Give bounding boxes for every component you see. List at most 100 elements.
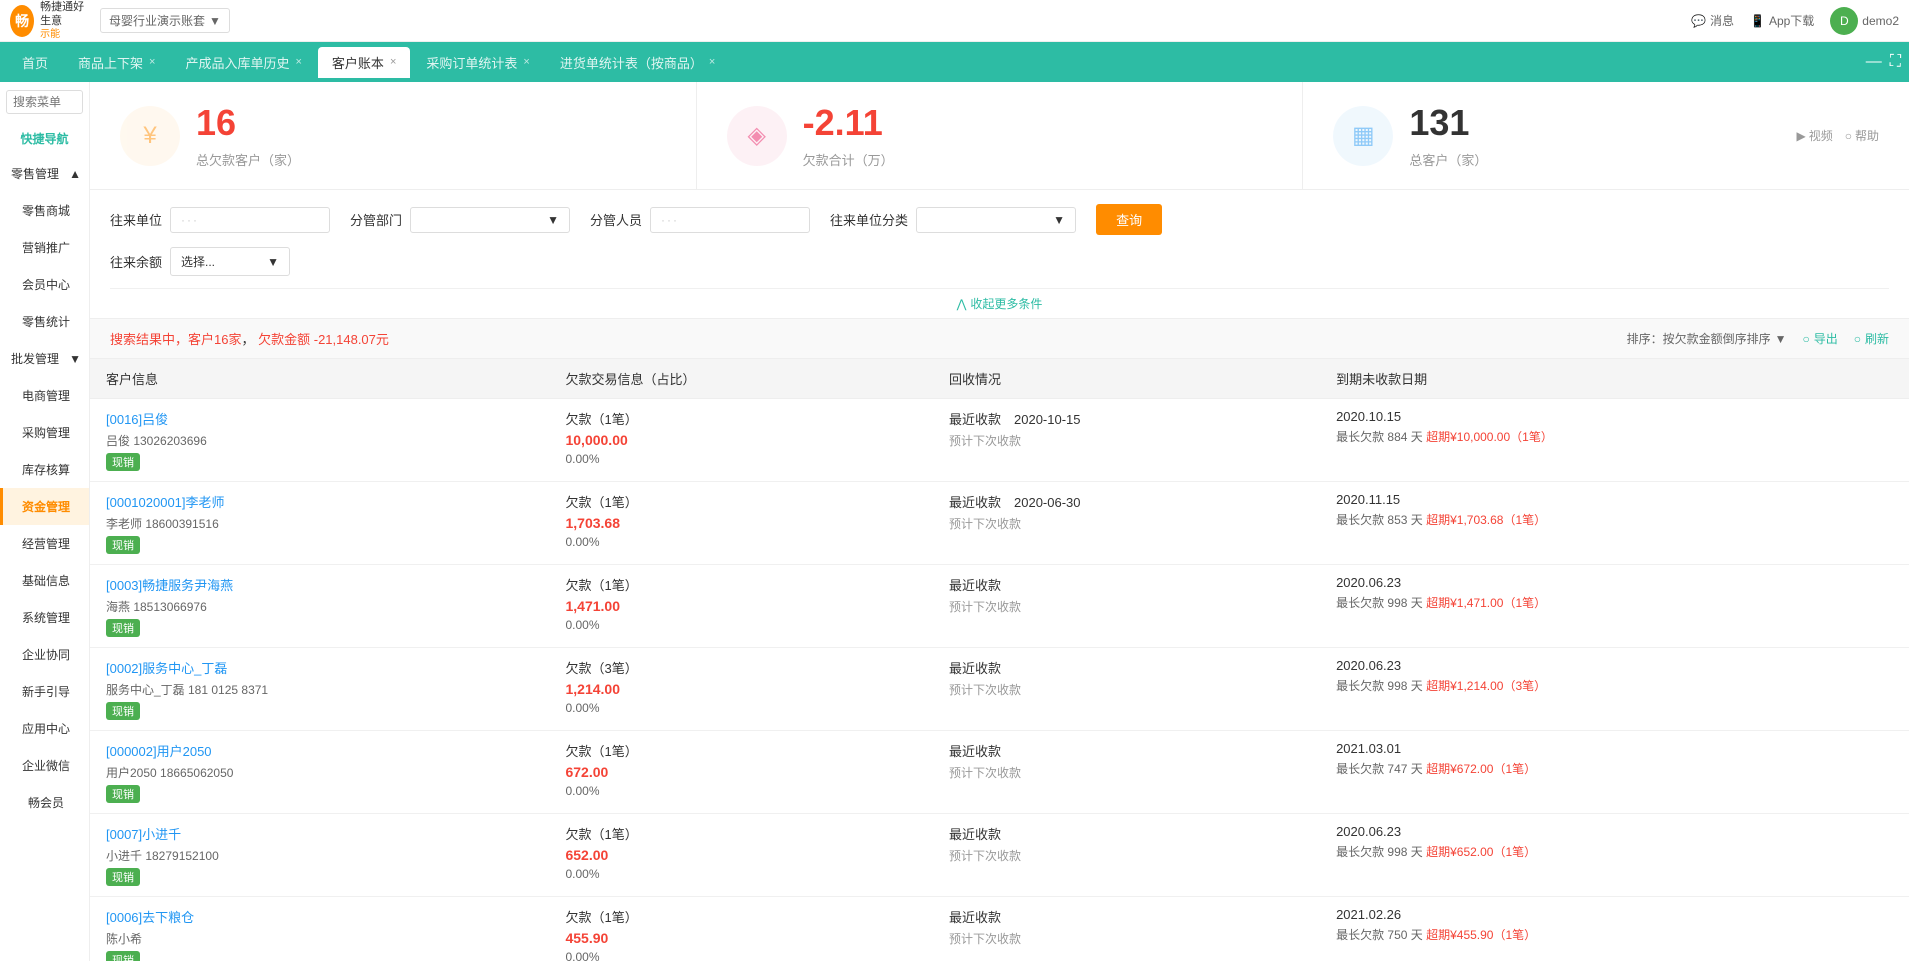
tab-close-icon[interactable]: × [709,56,715,68]
sidebar-item-ecommerce[interactable]: 电商管理 [0,377,89,414]
data-table-container: 客户信息 欠款交易信息（占比） 回收情况 到期未收款日期 [0016]吕俊 吕俊… [90,359,1909,961]
sidebar-item-retail-mall[interactable]: 零售商城 [0,192,89,229]
sidebar-item-basic-info[interactable]: 基础信息 [0,562,89,599]
video-button[interactable]: ▶ 视频 [1797,127,1833,144]
source-unit-input[interactable]: ··· [170,207,330,233]
debt-ratio: 0.00% [565,701,917,715]
tab-close-icon[interactable]: × [149,56,155,68]
help-button[interactable]: ○ 帮助 [1845,127,1879,144]
debt-amount[interactable]: 10,000.00 [565,432,917,448]
app-download-button[interactable]: 📱 App下载 [1750,12,1814,29]
help-icon: ○ [1845,129,1852,143]
overdue-link[interactable]: 超期¥672.00（1笔） [1426,762,1536,776]
balance-select[interactable]: 选择... ▼ [170,247,290,276]
sidebar-item-wholesale[interactable]: 批发管理 ▼ [0,340,89,377]
debt-amount[interactable]: 1,214.00 [565,681,917,697]
chevron-down-icon: ▼ [209,14,221,28]
debt-amount[interactable]: 652.00 [565,847,917,863]
tab-home[interactable]: 首页 [8,47,62,78]
debt-amount[interactable]: 455.90 [565,930,917,946]
building-icon: ▦ [1333,106,1393,166]
minimize-tabs-icon[interactable]: — [1866,53,1882,71]
tab-purchase-stats[interactable]: 采购订单统计表 × [412,47,543,78]
overdue-link[interactable]: 超期¥455.90（1笔） [1426,928,1536,942]
last-payment-date: 最近收款 [949,658,1304,677]
sidebar-item-app-center[interactable]: 应用中心 [0,710,89,747]
overdue-link[interactable]: 超期¥10,000.00（1笔） [1426,430,1553,444]
next-collection-label: 预计下次收款 [949,764,1304,781]
sidebar-item-member-center[interactable]: 会员中心 [0,266,89,303]
expand-tabs-icon[interactable]: ⛶ [1890,53,1901,71]
sidebar-item-marketing[interactable]: 营销推广 [0,229,89,266]
user-menu[interactable]: D demo2 [1830,7,1899,35]
sort-selector[interactable]: 排序：按欠款金额倒序排序 ▼ [1627,330,1787,347]
due-days: 最长欠款 998 天 超期¥1,471.00（1笔） [1336,594,1893,611]
table-row: [0006]去下粮仓 陈小希 现销 欠款（1笔） 455.90 0.00% 最近… [90,897,1909,961]
sidebar-item-management[interactable]: 经营管理 [0,525,89,562]
sidebar: 快捷导航 零售管理 ▲ 零售商城 营销推广 会员中心 零售统计 批发管理 ▼ [0,82,90,961]
debt-amount[interactable]: 1,471.00 [565,598,917,614]
search-button[interactable]: 查询 [1096,204,1162,235]
debt-count: 欠款（1笔） [565,741,917,760]
collapse-filters-button[interactable]: ⋀ 收起更多条件 [110,288,1889,318]
manager-input[interactable]: ··· [650,207,810,233]
sidebar-item-purchase[interactable]: 采购管理 [0,414,89,451]
filter-balance: 往来余额 选择... ▼ [110,247,290,276]
sidebar-item-retail-management[interactable]: 零售管理 ▲ [0,155,89,192]
sidebar-item-finance[interactable]: 资金管理 [0,488,89,525]
message-button[interactable]: 💬 消息 [1691,12,1734,29]
debt-amount[interactable]: 1,703.68 [565,515,917,531]
sidebar-item-quick-nav[interactable]: 快捷导航 [0,122,89,155]
debt-amount[interactable]: 672.00 [565,764,917,780]
customer-name-link[interactable]: [0001020001]李老师 [106,492,533,511]
due-date: 2020.06.23 [1336,575,1893,590]
customer-name-link[interactable]: [0016]吕俊 [106,409,533,428]
tab-close-icon[interactable]: × [390,56,396,68]
sidebar-item-retail-stats[interactable]: 零售统计 [0,303,89,340]
overdue-link[interactable]: 超期¥1,471.00（1笔） [1426,596,1546,610]
customer-info-cell: [0006]去下粮仓 陈小希 现销 [90,897,549,961]
search-input[interactable] [6,90,83,114]
tab-close-icon[interactable]: × [295,56,301,68]
tab-customer-account[interactable]: 客户账本 × [318,47,410,78]
tab-stock-stats[interactable]: 进货单统计表（按商品） × [546,47,729,78]
due-days: 最长欠款 747 天 超期¥672.00（1笔） [1336,760,1893,777]
next-collection-label: 预计下次收款 [949,515,1304,532]
due-date-cell: 2020.06.23 最长欠款 998 天 超期¥652.00（1笔） [1320,814,1909,870]
debt-info-cell: 欠款（1笔） 1,471.00 0.00% [549,565,933,642]
tab-inventory-history[interactable]: 产成品入库单历史 × [171,47,315,78]
sidebar-item-enterprise-collab[interactable]: 企业协同 [0,636,89,673]
recovery-cell: 最近收款 预计下次收款 [933,565,1320,625]
export-button[interactable]: ○ 导出 [1802,330,1837,347]
unit-category-select[interactable]: ▼ [916,207,1076,233]
overdue-link[interactable]: 超期¥1,703.68（1笔） [1426,513,1546,527]
col-header-debt-info: 欠款交易信息（占比） [549,359,933,399]
overdue-link[interactable]: 超期¥652.00（1笔） [1426,845,1536,859]
sidebar-item-chang-member[interactable]: 畅会员 [0,784,89,821]
chevron-up-icon: ⋀ [957,297,967,311]
refresh-button[interactable]: ○ 刷新 [1854,330,1889,347]
sidebar-item-enterprise-wechat[interactable]: 企业微信 [0,747,89,784]
tab-close-icon[interactable]: × [523,56,529,68]
chevron-down-icon: ▼ [547,213,559,227]
sidebar-item-inventory[interactable]: 库存核算 [0,451,89,488]
debt-info-cell: 欠款（1笔） 652.00 0.00% [549,814,933,891]
due-days: 最长欠款 853 天 超期¥1,703.68（1笔） [1336,511,1893,528]
customer-name-link[interactable]: [0007]小进千 [106,824,533,843]
message-icon: 💬 [1691,14,1706,28]
card-info-amount: -2.11 欠款合计（万） [803,102,894,169]
department-select[interactable]: ▼ [410,207,570,233]
customer-name-link[interactable]: [0006]去下粮仓 [106,907,533,926]
customer-name-link[interactable]: [0003]畅捷服务尹海燕 [106,575,533,594]
store-selector[interactable]: 母婴行业演示账套 ▼ [100,8,230,33]
sidebar-item-beginner-guide[interactable]: 新手引导 [0,673,89,710]
sidebar-item-system[interactable]: 系统管理 [0,599,89,636]
customer-name-link[interactable]: [0002]服务中心_丁磊 [106,658,533,677]
top-bar: 畅 畅捷通好生意 示能 母婴行业演示账套 ▼ 💬 消息 📱 App下载 D de… [0,0,1909,42]
main-layout: 快捷导航 零售管理 ▲ 零售商城 营销推广 会员中心 零售统计 批发管理 ▼ [0,82,1909,961]
results-bar: 搜索结果中，客户16家， 欠款金额 -21,148.07元 排序：按欠款金额倒序… [90,319,1909,359]
overdue-link[interactable]: 超期¥1,214.00（3笔） [1426,679,1546,693]
customer-phone: 陈小希 [106,930,533,947]
tab-product-listing[interactable]: 商品上下架 × [64,47,169,78]
customer-name-link[interactable]: [000002]用户2050 [106,741,533,760]
